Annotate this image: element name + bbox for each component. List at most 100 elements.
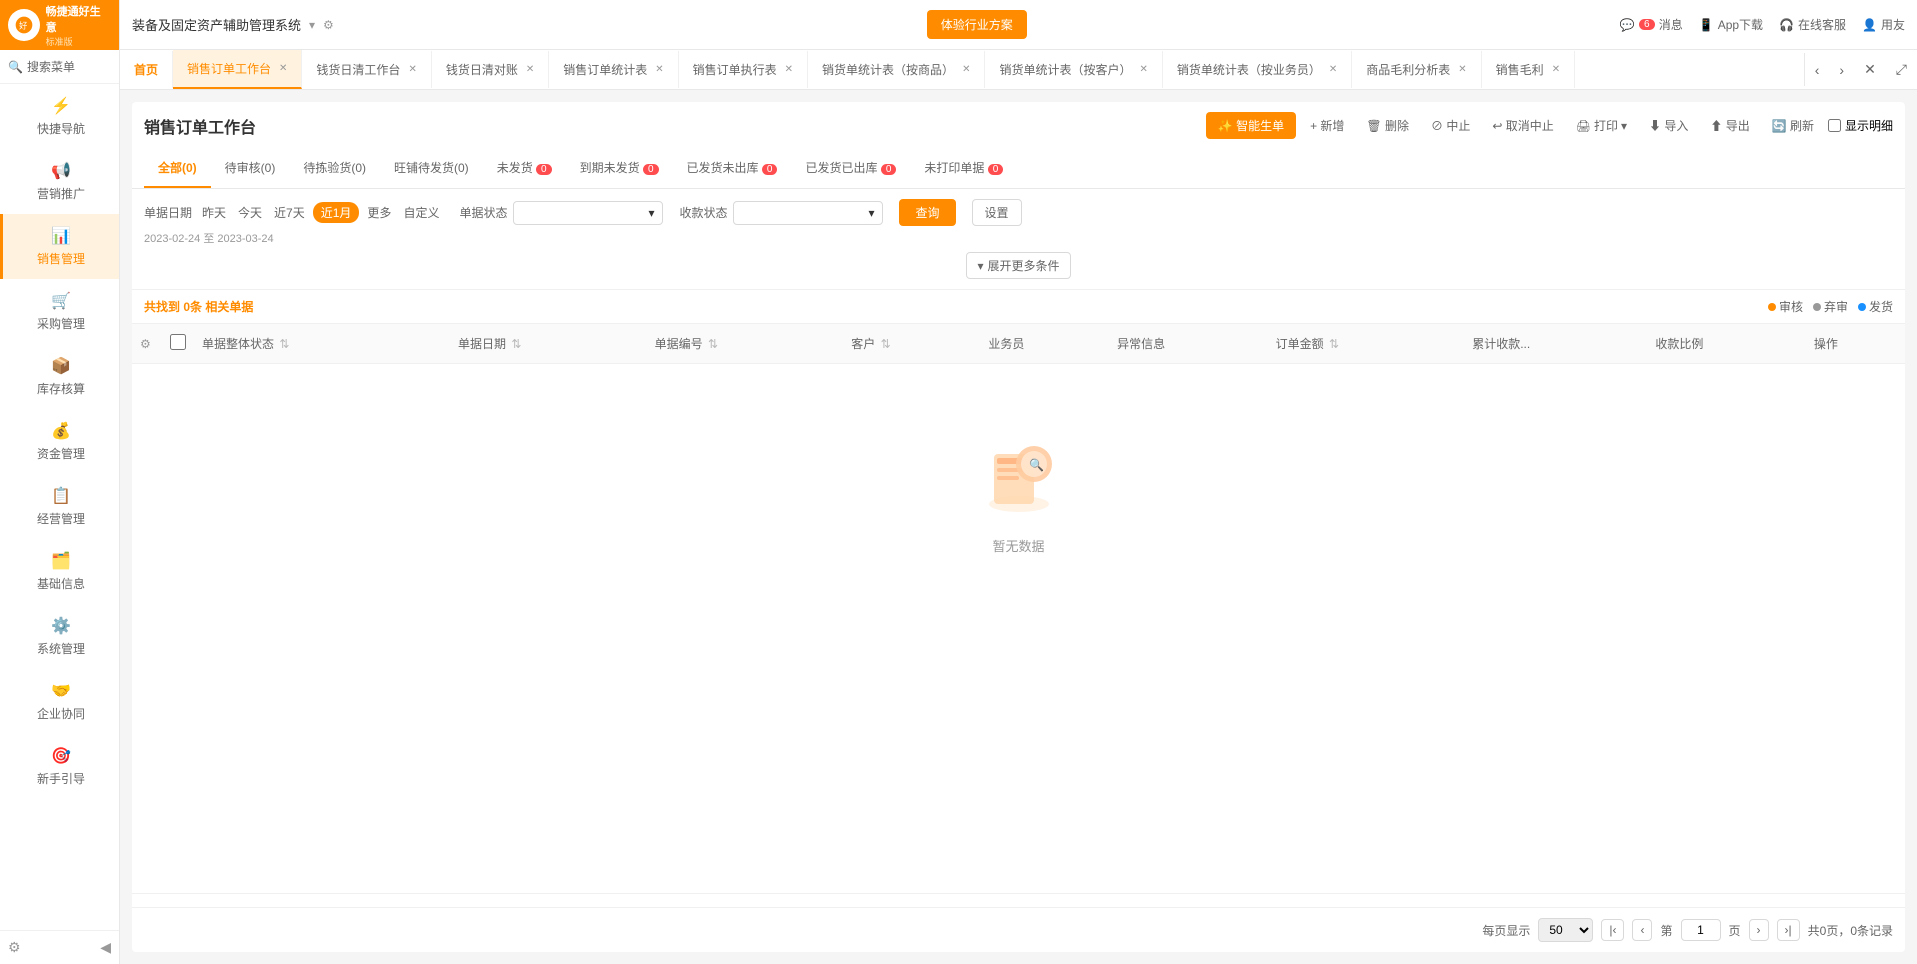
tab-cash-daily[interactable]: 钱货日清工作台 ✕ — [302, 51, 431, 88]
sidebar-search-item[interactable]: 🔍 搜索菜单 — [0, 50, 119, 84]
date-opt-today[interactable]: 今天 — [234, 202, 266, 223]
page-prev-button[interactable]: ‹ — [1632, 919, 1652, 941]
tab-scroll-prev-button[interactable]: ‹ — [1805, 54, 1830, 86]
number-sort-icon[interactable]: ⇅ — [708, 337, 718, 351]
date-opt-yesterday[interactable]: 昨天 — [198, 202, 230, 223]
settings-icon[interactable]: ⚙ — [323, 18, 334, 32]
table-count: 0条 — [183, 300, 202, 314]
sidebar-item-sales[interactable]: 📊 销售管理 — [0, 214, 119, 279]
page-last-button[interactable]: ›| — [1777, 919, 1800, 941]
tab-close-all-button[interactable]: ✕ — [1854, 53, 1886, 86]
sidebar-item-basic[interactable]: 🗂️ 基础信息 — [0, 539, 119, 604]
page-number-input[interactable] — [1681, 919, 1721, 941]
tab-scroll-next-button[interactable]: › — [1829, 54, 1854, 86]
sales-stats-tab-close[interactable]: ✕ — [655, 64, 663, 75]
sub-tab-not-shipped[interactable]: 未发货 0 — [483, 149, 566, 188]
sub-tab-shipped-not-warehoused-label: 已发货未出库 — [687, 161, 759, 175]
sidebar-item-quicknav[interactable]: ⚡ 快捷导航 — [0, 84, 119, 149]
ship-action-button[interactable]: 发货 — [1858, 298, 1893, 315]
sidebar-item-marketing[interactable]: 📢 营销推广 — [0, 149, 119, 214]
tab-sales-stats[interactable]: 销售订单统计表 ✕ — [549, 51, 678, 88]
sub-tab-shipped-not-warehoused[interactable]: 已发货未出库 0 — [673, 149, 792, 188]
sidebar-item-finance[interactable]: 💰 资金管理 — [0, 409, 119, 474]
online-service-item[interactable]: 🎧 在线客服 — [1779, 16, 1846, 33]
collapse-icon[interactable]: ◀ — [100, 939, 111, 956]
tab-cash-reconcile[interactable]: 钱货日清对账 ✕ — [432, 51, 549, 88]
date-sort-icon[interactable]: ⇅ — [511, 337, 521, 351]
per-page-select[interactable]: 10 20 50 100 — [1538, 918, 1593, 942]
tab-sales-profit[interactable]: 销售毛利 ✕ — [1482, 51, 1575, 88]
delete-button[interactable]: 🗑 删除 — [1358, 113, 1417, 138]
export-button[interactable]: ⬆ 导出 — [1702, 113, 1757, 138]
date-opt-1month[interactable]: 近1月 — [313, 202, 360, 223]
inventory-icon: 📦 — [51, 356, 71, 376]
sales-exec-tab-close[interactable]: ✕ — [785, 64, 793, 75]
message-item[interactable]: 💬 6 消息 — [1620, 16, 1683, 33]
industry-solution-button[interactable]: 体验行业方案 — [927, 10, 1027, 39]
import-button[interactable]: ⬇ 导入 — [1641, 113, 1696, 138]
refresh-button[interactable]: 🔄 刷新 — [1764, 113, 1822, 138]
system-title-dropdown-icon[interactable]: ▾ — [309, 18, 315, 32]
horizontal-scrollbar-area[interactable] — [132, 893, 1905, 907]
status-sort-icon[interactable]: ⇅ — [279, 337, 289, 351]
column-settings-icon[interactable]: ⚙ — [140, 337, 151, 351]
tab-sales-exec[interactable]: 销售订单执行表 ✕ — [679, 51, 808, 88]
cancel-stop-button[interactable]: ↩ 取消中止 — [1484, 113, 1561, 138]
add-button[interactable]: + 新增 — [1302, 113, 1352, 138]
payment-filter-select[interactable]: ▾ — [733, 201, 883, 225]
sub-tab-overdue-label: 到期未发货 — [580, 161, 640, 175]
sidebar-item-system[interactable]: ⚙️ 系统管理 — [0, 604, 119, 669]
sales-salesperson-tab-close[interactable]: ✕ — [1329, 64, 1337, 75]
settings-button[interactable]: 设置 — [972, 199, 1022, 226]
page-first-button[interactable]: |‹ — [1601, 919, 1624, 941]
tab-home[interactable]: 首页 — [120, 51, 173, 88]
sidebar-search-label: 搜索菜单 — [27, 58, 75, 75]
query-button[interactable]: 查询 — [899, 199, 955, 226]
user-item[interactable]: 👤 用友 — [1862, 16, 1905, 33]
tab-sales-salesperson[interactable]: 销货单统计表（按业务员） ✕ — [1163, 51, 1352, 88]
date-opt-7days[interactable]: 近7天 — [270, 202, 309, 223]
settings-gear-icon[interactable]: ⚙ — [8, 939, 21, 956]
sub-tab-not-printed[interactable]: 未打印单据 0 — [910, 149, 1017, 188]
sub-tab-pending[interactable]: 待审核(0) — [211, 149, 290, 188]
ship-dot-icon — [1858, 303, 1866, 311]
tab-sales-product[interactable]: 销货单统计表（按商品） ✕ — [808, 51, 985, 88]
smart-create-button[interactable]: ✨ 智能生单 — [1206, 112, 1296, 139]
sales-workbench-tab-close[interactable]: ✕ — [279, 63, 287, 74]
sidebar-item-guide[interactable]: 🎯 新手引导 — [0, 734, 119, 799]
gross-profit-tab-close[interactable]: ✕ — [1458, 64, 1466, 75]
sales-profit-tab-close[interactable]: ✕ — [1552, 64, 1560, 75]
sub-tab-all[interactable]: 全部(0) — [144, 149, 211, 188]
cash-reconcile-tab-close[interactable]: ✕ — [526, 64, 534, 75]
print-button[interactable]: 🖨 打印 ▾ — [1568, 113, 1635, 138]
sub-tab-shipped-warehoused[interactable]: 已发货已出库 0 — [791, 149, 910, 188]
sales-product-tab-close[interactable]: ✕ — [962, 64, 970, 75]
sidebar-item-purchase[interactable]: 🛒 采购管理 — [0, 279, 119, 344]
tab-sales-workbench[interactable]: 销售订单工作台 ✕ — [173, 50, 302, 89]
expand-filter-button[interactable]: ▾ 展开更多条件 — [966, 252, 1070, 279]
cancel-audit-action-button[interactable]: 弃审 — [1813, 298, 1848, 315]
customer-sort-icon[interactable]: ⇅ — [881, 337, 891, 351]
select-all-checkbox[interactable] — [170, 334, 186, 350]
sub-tab-wangpu[interactable]: 旺铺待发货(0) — [380, 149, 483, 188]
tab-expand-button[interactable]: ⤢ — [1886, 53, 1917, 86]
sidebar-item-inventory[interactable]: 📦 库存核算 — [0, 344, 119, 409]
sales-customer-tab-close[interactable]: ✕ — [1139, 64, 1147, 75]
page-next-button[interactable]: › — [1749, 919, 1769, 941]
date-opt-custom[interactable]: 自定义 — [399, 202, 443, 223]
show-detail-label[interactable]: 显示明细 — [1828, 117, 1893, 134]
sub-tab-pending-inspection[interactable]: 待拣验货(0) — [289, 149, 380, 188]
audit-action-button[interactable]: 审核 — [1768, 298, 1803, 315]
sidebar-item-operations[interactable]: 📋 经营管理 — [0, 474, 119, 539]
show-detail-checkbox[interactable] — [1828, 119, 1841, 132]
amount-sort-icon[interactable]: ⇅ — [1329, 337, 1339, 351]
tab-sales-customer[interactable]: 销货单统计表（按客户） ✕ — [985, 51, 1162, 88]
app-download-item[interactable]: 📱 App下载 — [1699, 16, 1763, 33]
stop-button[interactable]: ⊘ 中止 — [1423, 113, 1478, 138]
cash-daily-tab-close[interactable]: ✕ — [408, 64, 416, 75]
tab-gross-profit[interactable]: 商品毛利分析表 ✕ — [1352, 51, 1481, 88]
sidebar-item-corp[interactable]: 🤝 企业协同 — [0, 669, 119, 734]
sub-tab-overdue[interactable]: 到期未发货 0 — [566, 149, 673, 188]
status-filter-select[interactable]: ▾ — [513, 201, 663, 225]
date-opt-more[interactable]: 更多 — [363, 202, 395, 223]
